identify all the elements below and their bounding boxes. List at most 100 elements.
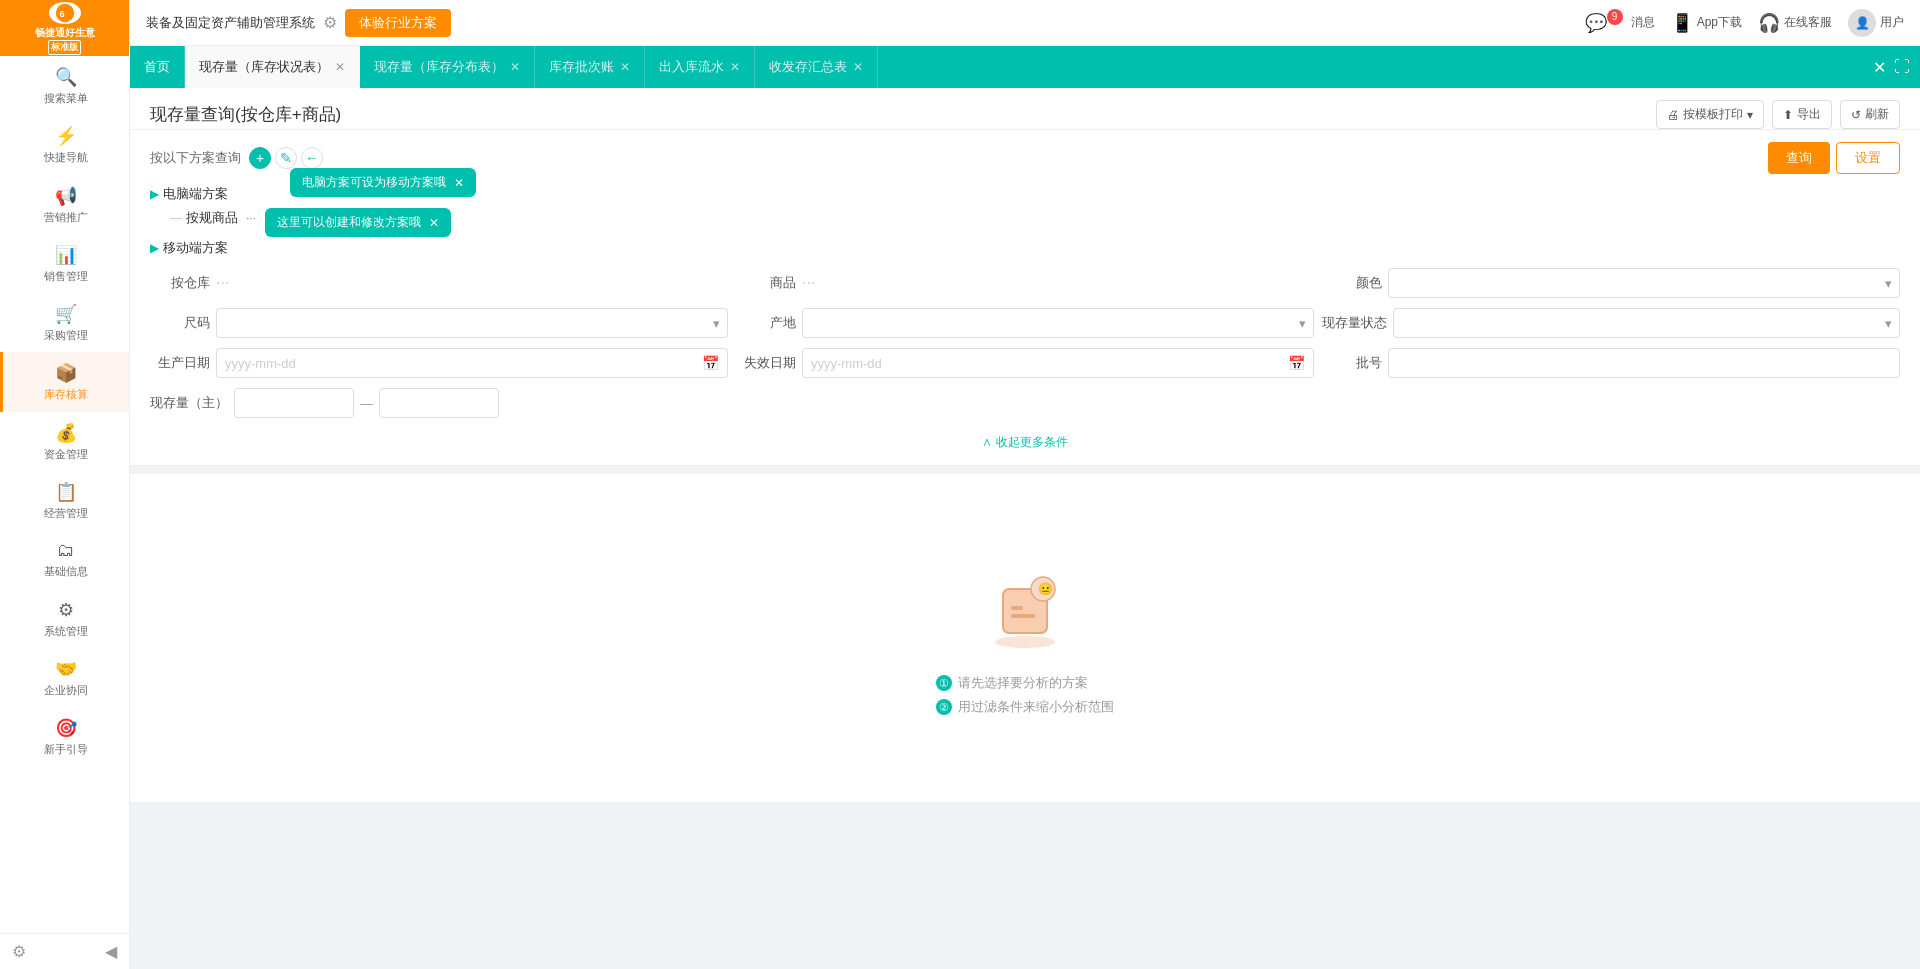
batch-input[interactable] (1388, 348, 1900, 378)
inventory-main-input-from[interactable] (234, 388, 354, 418)
filter-warehouse-label: 按仓库 (150, 274, 210, 292)
avatar: 👤 (1848, 9, 1876, 37)
add-scheme-btn[interactable]: + (249, 147, 271, 169)
sidebar-item-search[interactable]: 🔍 搜索菜单 (0, 56, 129, 115)
reset-btn[interactable]: 设置 (1836, 142, 1900, 174)
svg-rect-5 (1011, 606, 1023, 610)
svg-point-2 (995, 636, 1055, 648)
export-btn[interactable]: ⬆ 导出 (1772, 100, 1832, 129)
sidebar-label-newbie: 新手引导 (44, 742, 88, 756)
production-date-input[interactable]: yyyy-mm-dd 📅 (216, 348, 728, 378)
inventory-main-input-to[interactable] (379, 388, 499, 418)
export-btn-label: 导出 (1797, 106, 1821, 123)
filter-goods-label: 商品 (736, 274, 796, 292)
search-btn[interactable]: 查询 (1768, 142, 1830, 174)
sidebar-logo: 6 畅捷通好生意 标准版 (0, 0, 129, 56)
sidebar-item-operations[interactable]: 📋 经营管理 (0, 471, 129, 530)
scheme-tooltip-2-close[interactable]: ✕ (429, 216, 439, 230)
tab-collection-summary-close[interactable]: ✕ (853, 60, 863, 74)
tab-collection-summary[interactable]: 收发存汇总表 ✕ (755, 46, 878, 88)
user-item[interactable]: 👤 用户 (1848, 9, 1904, 37)
sidebar-item-system[interactable]: ⚙ 系统管理 (0, 589, 129, 648)
filter-field-inventory-main: 现存量（主） — (150, 388, 1900, 418)
logo-icon: 6 (49, 2, 81, 24)
mobile-scheme-item[interactable]: ▶ 移动端方案 (150, 236, 1900, 260)
tab-close-all-icon[interactable]: ✕ (1873, 58, 1886, 77)
scheme-dots-icon[interactable]: ··· (246, 211, 256, 225)
collapse-conditions-row[interactable]: ∧ 收起更多条件 (150, 428, 1900, 457)
inventory-status-select-wrapper (1393, 308, 1900, 338)
sidebar-nav: 🔍 搜索菜单 ⚡ 快捷导航 📢 营销推广 📊 销售管理 🛒 采购管理 📦 库存核… (0, 56, 129, 933)
scheme-item-actions: ··· (246, 211, 256, 225)
filter-row-1: 按仓库 ··· 商品 ··· 颜色 (150, 268, 1900, 298)
sidebar-label-inventory: 库存核算 (44, 387, 88, 401)
filter-area: 电脑方案可设为移动方案哦 ✕ 这里可以创建和修改方案哦 ✕ 按以下方案查询 + … (130, 130, 1920, 466)
tab-maximize-icon[interactable]: ⛶ (1894, 58, 1910, 76)
svg-rect-6 (1011, 614, 1035, 618)
top-header: 装备及固定资产辅助管理系统 ⚙ 体验行业方案 💬 9 消息 📱 App下载 🎧 … (130, 0, 1920, 46)
message-icon: 💬 (1585, 12, 1607, 34)
page-title: 现存量查询(按仓库+商品) (150, 103, 341, 126)
inventory-main-separator: — (360, 396, 373, 411)
tab-home[interactable]: 首页 (130, 46, 185, 88)
purchase-icon: 🛒 (55, 303, 77, 325)
size-select[interactable] (216, 308, 728, 338)
warehouse-dots[interactable]: ··· (216, 274, 229, 292)
sidebar-item-sales[interactable]: 📊 销售管理 (0, 234, 129, 293)
sidebar-item-inventory[interactable]: 📦 库存核算 (0, 352, 129, 411)
tab-inventory-flow-close[interactable]: ✕ (730, 60, 740, 74)
sidebar-item-marketing[interactable]: 📢 营销推广 (0, 175, 129, 234)
tab-inventory-status-close[interactable]: ✕ (335, 60, 345, 74)
messages-label: 消息 (1631, 14, 1655, 31)
tab-inventory-flow[interactable]: 出入库流水 ✕ (645, 46, 755, 88)
sidebar-label-guide: 快捷导航 (44, 150, 88, 164)
tab-inventory-batch-close[interactable]: ✕ (620, 60, 630, 74)
sidebar-item-purchase[interactable]: 🛒 采购管理 (0, 293, 129, 352)
tab-inventory-distribution[interactable]: 现存量（库存分布表） ✕ (360, 46, 535, 88)
sidebar-item-enterprise[interactable]: 🤝 企业协同 (0, 648, 129, 707)
sidebar-item-guide[interactable]: ⚡ 快捷导航 (0, 115, 129, 174)
back-btn[interactable]: ← (301, 147, 323, 169)
scheme-tooltip-1-close[interactable]: ✕ (454, 176, 464, 190)
newbie-icon: 🎯 (55, 717, 77, 739)
messages-item[interactable]: 💬 9 消息 (1585, 12, 1655, 34)
scheme-tooltip-1: 电脑方案可设为移动方案哦 ✕ (290, 168, 476, 197)
filter-rows: 按仓库 ··· 商品 ··· 颜色 (150, 268, 1900, 418)
industry-btn[interactable]: 体验行业方案 (345, 9, 451, 37)
sub-scheme-label: 按规商品 (186, 209, 238, 227)
color-select[interactable] (1388, 268, 1900, 298)
inventory-status-select[interactable] (1393, 308, 1900, 338)
origin-select[interactable] (802, 308, 1314, 338)
sidebar-item-finance[interactable]: 💰 资金管理 (0, 412, 129, 471)
print-btn[interactable]: 🖨 按模板打印 ▾ (1656, 100, 1764, 129)
search-icon: 🔍 (55, 66, 77, 88)
filter-field-origin: 产地 (736, 308, 1314, 338)
header-settings-icon[interactable]: ⚙ (323, 13, 337, 32)
expiry-date-input[interactable]: yyyy-mm-dd 📅 (802, 348, 1314, 378)
sidebar-label-purchase: 采购管理 (44, 328, 88, 342)
sub-scheme-arrow: — (170, 211, 182, 225)
tab-inventory-status[interactable]: 现存量（库存状况表） ✕ (185, 46, 360, 88)
divider (130, 466, 1920, 474)
tab-inventory-distribution-close[interactable]: ✕ (510, 60, 520, 74)
filter-field-goods: 商品 ··· (736, 274, 1314, 292)
collapse-sidebar-icon[interactable]: ◀ (105, 942, 117, 961)
tab-inventory-batch[interactable]: 库存批次账 ✕ (535, 46, 645, 88)
empty-tip-2-text: 用过滤条件来缩小分析范围 (958, 698, 1114, 716)
app-download-label: App下载 (1697, 14, 1742, 31)
refresh-btn[interactable]: ↺ 刷新 (1840, 100, 1900, 129)
sidebar-item-base-info[interactable]: 🗂 基础信息 (0, 530, 129, 588)
tab-home-label: 首页 (144, 58, 170, 76)
sidebar-label-base-info: 基础信息 (44, 564, 88, 578)
print-icon: 🖨 (1667, 108, 1679, 122)
scheme-tooltip-1-text: 电脑方案可设为移动方案哦 (302, 174, 446, 191)
sidebar-item-newbie[interactable]: 🎯 新手引导 (0, 707, 129, 766)
goods-dots[interactable]: ··· (802, 274, 815, 292)
messages-badge: 9 (1607, 9, 1623, 25)
filter-color-label: 颜色 (1322, 274, 1382, 292)
settings-icon[interactable]: ⚙ (12, 942, 26, 961)
app-download-item[interactable]: 📱 App下载 (1671, 12, 1742, 34)
edit-scheme-btn[interactable]: ✎ (275, 147, 297, 169)
online-service-item[interactable]: 🎧 在线客服 (1758, 12, 1832, 34)
empty-tip-1: 请先选择要分析的方案 (936, 674, 1114, 692)
